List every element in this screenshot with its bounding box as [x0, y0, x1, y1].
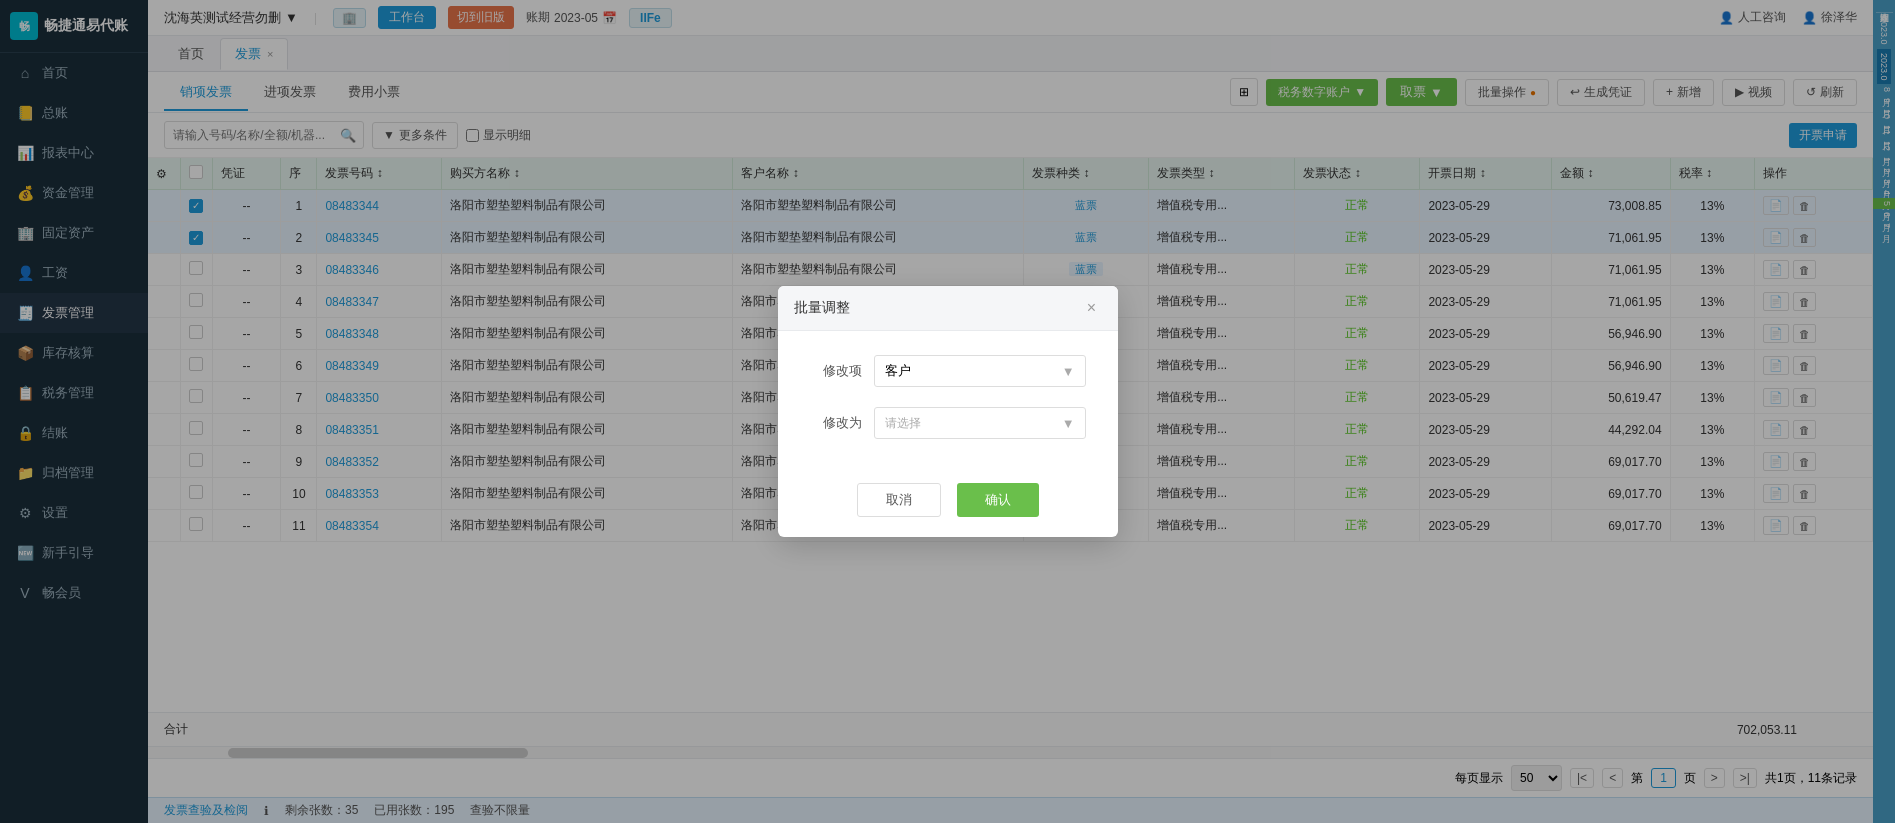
modal-footer: 取消 确认: [778, 475, 1118, 537]
field-dropdown-icon: ▼: [1062, 364, 1075, 379]
modal-overlay: 批量调整 × 修改项 客户 ▼ 修改为 请选择 ▼ 取消 确认: [0, 0, 1895, 823]
modify-field-value: 客户: [885, 362, 911, 380]
modify-field-row: 修改项 客户 ▼: [810, 355, 1086, 387]
modal-confirm-btn[interactable]: 确认: [957, 483, 1039, 517]
modal-title: 批量调整: [794, 299, 850, 317]
modal-cancel-btn[interactable]: 取消: [857, 483, 941, 517]
modify-to-placeholder: 请选择: [885, 415, 921, 432]
modify-field-select[interactable]: 客户 ▼: [874, 355, 1086, 387]
modal-body: 修改项 客户 ▼ 修改为 请选择 ▼: [778, 331, 1118, 475]
batch-adjust-modal: 批量调整 × 修改项 客户 ▼ 修改为 请选择 ▼ 取消 确认: [778, 286, 1118, 537]
modal-header: 批量调整 ×: [778, 286, 1118, 331]
modify-to-row: 修改为 请选择 ▼: [810, 407, 1086, 439]
modify-to-label: 修改为: [810, 414, 862, 432]
modify-to-select[interactable]: 请选择 ▼: [874, 407, 1086, 439]
modify-field-label: 修改项: [810, 362, 862, 380]
to-dropdown-icon: ▼: [1062, 416, 1075, 431]
modal-close-btn[interactable]: ×: [1082, 298, 1102, 318]
